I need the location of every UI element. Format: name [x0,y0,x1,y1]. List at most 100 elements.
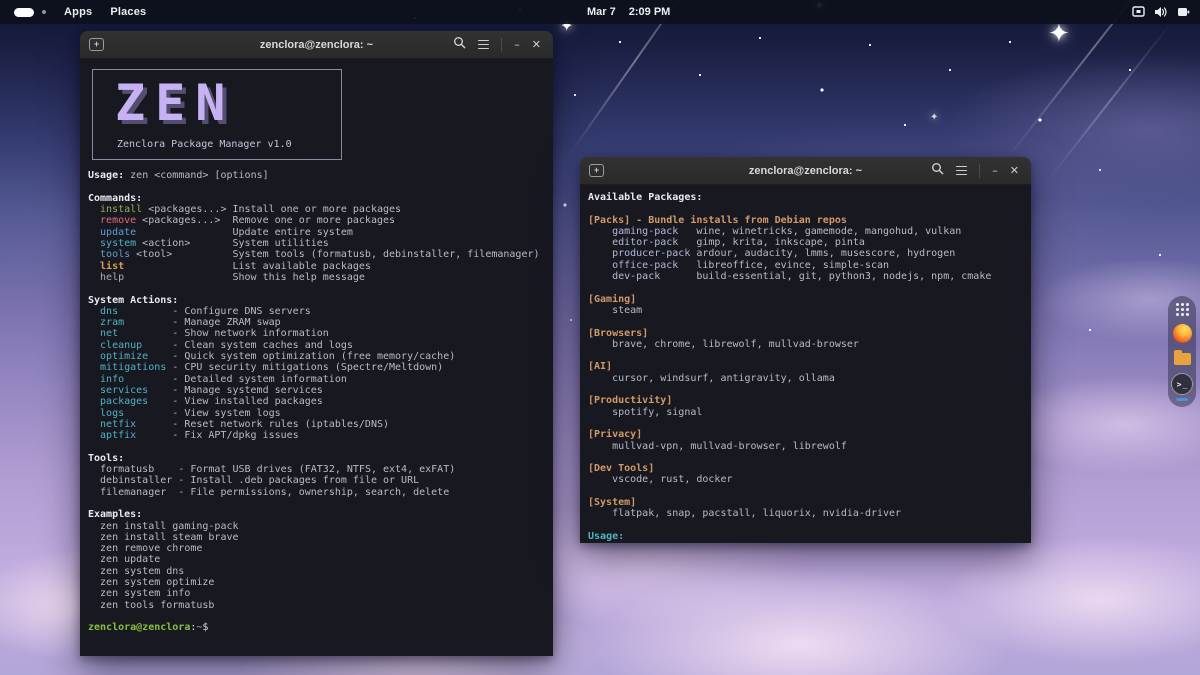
category-header: [AI] [588,361,1031,372]
system-action-row: logs- View system logs [88,408,553,419]
hamburger-menu-icon[interactable] [956,166,967,176]
titlebar-divider [501,38,502,52]
command-row: updateUpdate entire system [88,227,553,238]
category-packages: spotify, signal [588,407,1031,418]
clock[interactable]: Mar 7 2:09 PM [587,0,670,24]
close-icon[interactable]: ✕ [532,39,541,50]
category-packages: steam [588,305,1031,316]
example-row: zen update [88,554,553,565]
packs-list: gaming-packwine, winetricks, gamemode, m… [588,226,1031,282]
zen-logo: ZEN [115,72,341,134]
new-tab-icon[interactable]: + [89,38,104,51]
command-row: tools<tool>System tools (formatusb, debi… [88,249,553,260]
titlebar[interactable]: zenclora@zenclora: ~ + – ✕ [80,31,553,59]
close-icon[interactable]: ✕ [1010,165,1019,176]
system-action-row: cleanup- Clean system caches and logs [88,340,553,351]
system-action-row: netfix- Reset network rules (iptables/DN… [88,419,553,430]
new-tab-icon[interactable]: + [589,164,604,177]
firefox-icon[interactable] [1173,324,1192,343]
tool-row: formatusb- Format USB drives (FAT32, NTF… [88,464,553,475]
example-row: zen system dns [88,566,553,577]
package-category: [Dev Tools] vscode, rust, docker [588,463,1031,497]
command-row: listList available packages [88,261,553,272]
screen-share-icon[interactable] [1132,6,1145,18]
category-header: [Dev Tools] [588,463,1031,474]
category-header: [Browsers] [588,328,1031,339]
minimize-icon[interactable]: – [992,165,998,176]
workspace-dot[interactable] [42,10,46,14]
category-header: [System] [588,497,1031,508]
app-grid-icon[interactable] [1176,303,1189,316]
tools-header: Tools: [88,453,553,464]
system-action-row: dns- Configure DNS servers [88,306,553,317]
terminal-content[interactable]: Available Packages: [Packs] - Bundle ins… [580,185,1031,543]
category-packages: mullvad-vpn, mullvad-browser, librewolf [588,441,1031,452]
files-icon[interactable] [1174,353,1191,365]
clock-date: Mar 7 [587,6,616,18]
example-row: zen tools formatusb [88,600,553,611]
examples-list: zen install gaming-pack zen install stea… [88,521,553,611]
desktop-wallpaper: ✦ ✦ ✦ ✦ Apps Places Mar 7 2:09 PM zenclo… [0,0,1200,675]
system-action-row: mitigations- CPU security mitigations (S… [88,362,553,373]
pack-row: editor-packgimp, krita, inkscape, pinta [588,237,1031,248]
terminal-icon[interactable]: >_ [1171,373,1193,395]
pack-row: dev-packbuild-essential, git, python3, n… [588,271,1031,282]
places-menu[interactable]: Places [110,6,146,18]
example-row: zen remove chrome [88,543,553,554]
package-categories: [Gaming] steam [Browsers] brave, chrome,… [588,294,1031,531]
top-panel: Apps Places Mar 7 2:09 PM [0,0,1200,24]
command-row: install<packages...>Install one or more … [88,204,553,215]
minimize-icon[interactable]: – [514,39,520,50]
system-action-row: packages- View installed packages [88,396,553,407]
titlebar[interactable]: zenclora@zenclora: ~ + – ✕ [580,157,1031,185]
category-header: [Gaming] [588,294,1031,305]
terminal-window-zen-help: zenclora@zenclora: ~ + – ✕ ZEN Zenclora … [80,31,553,656]
category-header: [Productivity] [588,395,1031,406]
active-app-indicator [1176,398,1188,401]
pack-row: gaming-packwine, winetricks, gamemode, m… [588,226,1031,237]
command-row: system<action>System utilities [88,238,553,249]
battery-icon[interactable] [1177,6,1190,18]
category-packages: flatpak, snap, pacstall, liquorix, nvidi… [588,508,1031,519]
commands-list: install<packages...>Install one or more … [88,204,553,283]
hamburger-menu-icon[interactable] [478,40,489,50]
usage-line: Usage: zen <command> [options] [88,170,553,181]
package-category: [Privacy] mullvad-vpn, mullvad-browser, … [588,429,1031,463]
system-actions-header: System Actions: [88,295,553,306]
category-packages: brave, chrome, librewolf, mullvad-browse… [588,339,1031,350]
example-row: zen install steam brave [88,532,553,543]
example-row: zen system info [88,588,553,599]
available-packages-header: Available Packages: [588,192,1031,203]
example-row: zen system optimize [88,577,553,588]
zen-logo-box: ZEN Zenclora Package Manager v1.0 [92,69,342,160]
packs-header: [Packs] - Bundle installs from Debian re… [588,215,1031,226]
workspace-indicator[interactable] [14,8,34,17]
example-row: zen install gaming-pack [88,521,553,532]
shooting-star-streak [1005,0,1185,161]
system-action-row: info- Detailed system information [88,374,553,385]
search-icon[interactable] [931,162,944,180]
pack-row: producer-packardour, audacity, lmms, mus… [588,248,1031,259]
search-icon[interactable] [453,36,466,54]
terminal-window-zen-list: zenclora@zenclora: ~ + – ✕ Available Pac… [580,157,1031,543]
dock: >_ [1168,296,1196,407]
volume-icon[interactable] [1154,6,1168,18]
system-tray[interactable] [1132,0,1190,24]
category-packages: cursor, windsurf, antigravity, ollama [588,373,1031,384]
tool-row: debinstaller- Install .deb packages from… [88,475,553,486]
shell-prompt[interactable]: zenclora@zenclora:~$ [88,622,553,633]
terminal-content[interactable]: ZEN Zenclora Package Manager v1.0 Usage:… [80,59,553,656]
star-sparkle-icon: ✦ [930,112,938,123]
apps-menu[interactable]: Apps [64,6,92,18]
package-category: [System] flatpak, snap, pacstall, liquor… [588,497,1031,531]
system-action-row: services- Manage systemd services [88,385,553,396]
clock-time: 2:09 PM [629,6,671,18]
pack-row: office-packlibreoffice, evince, simple-s… [588,260,1031,271]
tool-row: filemanager- File permissions, ownership… [88,487,553,498]
command-row: helpShow this help message [88,272,553,283]
system-action-row: zram- Manage ZRAM swap [88,317,553,328]
zen-logo-subtitle: Zenclora Package Manager v1.0 [115,139,341,150]
commands-header: Commands: [88,193,553,204]
package-category: [AI] cursor, windsurf, antigravity, olla… [588,361,1031,395]
system-actions-list: dns- Configure DNS servers zram- Manage … [88,306,553,442]
